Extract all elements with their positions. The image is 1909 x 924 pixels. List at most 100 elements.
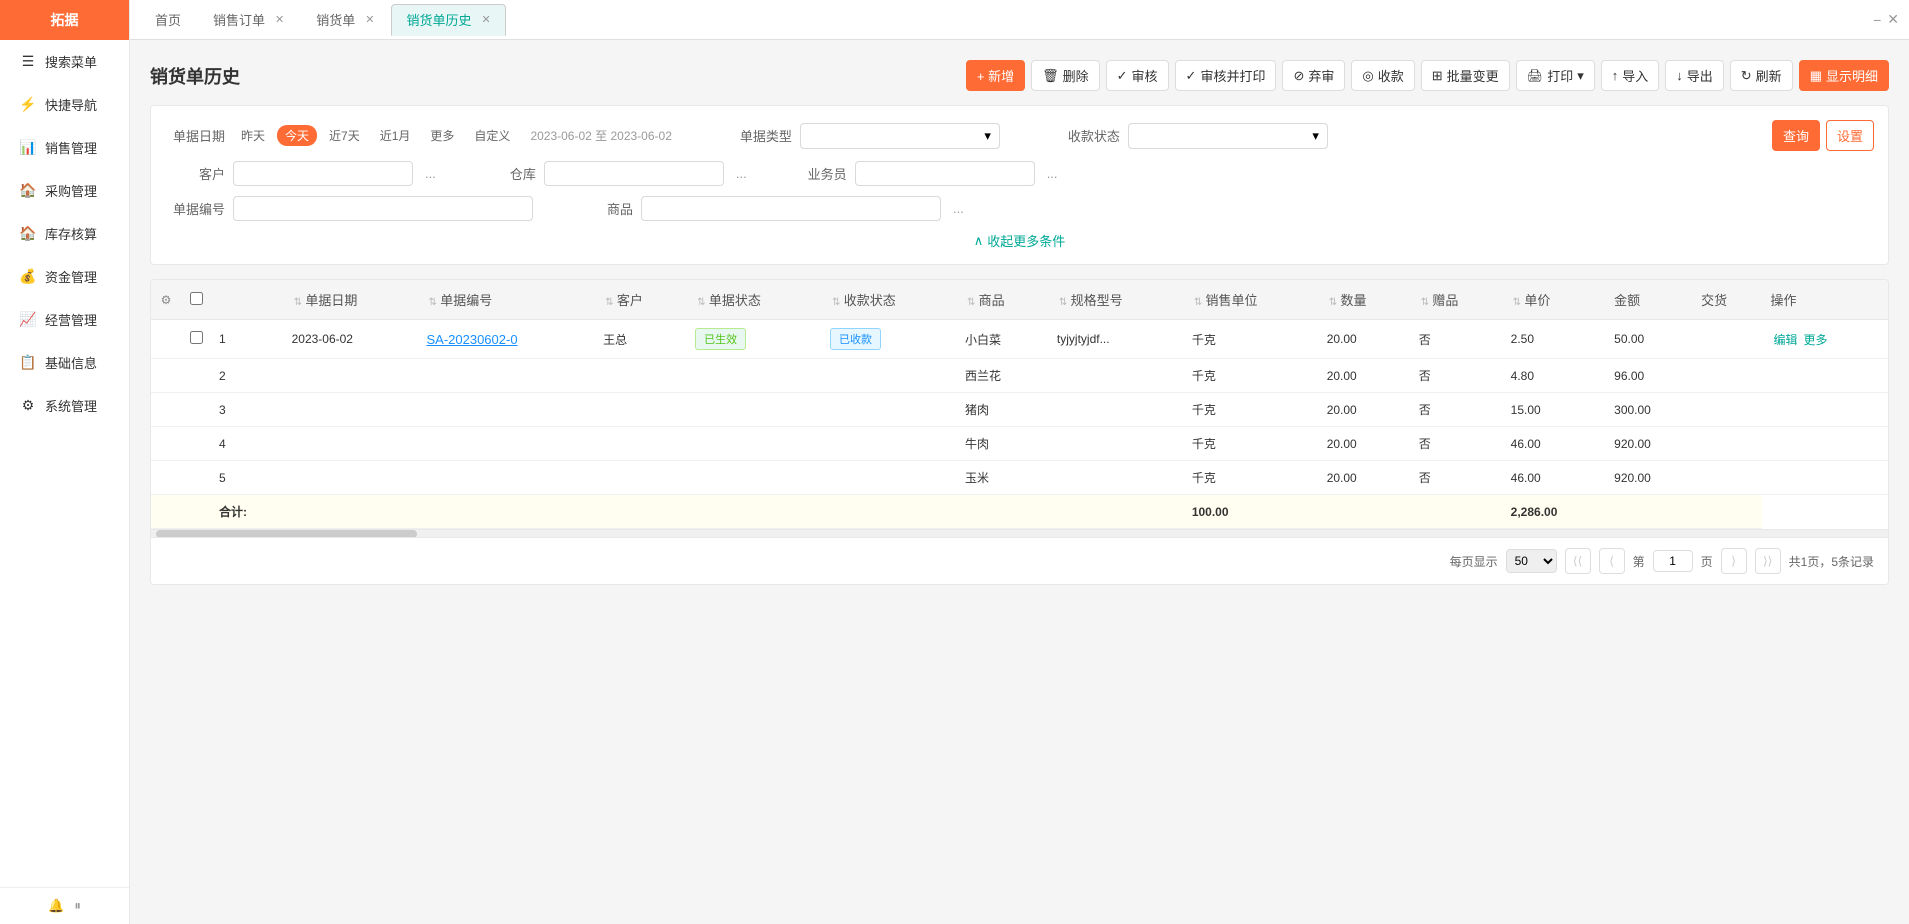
tab-sales-goods-close[interactable]: ✕: [365, 13, 374, 26]
sidebar-item-purchase-mgmt[interactable]: 🏠 采购管理: [0, 169, 129, 212]
warehouse-input[interactable]: [544, 161, 724, 186]
query-button[interactable]: 查询: [1772, 120, 1820, 151]
page-title: 销货单历史: [150, 63, 240, 89]
sidebar-item-label: 系统管理: [45, 396, 97, 415]
sidebar-item-inventory[interactable]: 🏠 库存核算: [0, 212, 129, 255]
staff-ellipsis[interactable]: ...: [1047, 166, 1058, 181]
collect-button[interactable]: ◎ 收款: [1351, 60, 1414, 91]
abandon-button[interactable]: ⊘ 弃审: [1282, 60, 1345, 91]
collect-status-select[interactable]: ▾: [1128, 123, 1328, 149]
tab-bar-close-icon[interactable]: ✕: [1887, 11, 1899, 28]
show-detail-button[interactable]: ▦ 显示明细: [1799, 60, 1889, 91]
tab-sales-history[interactable]: 销货单历史 ✕: [391, 4, 505, 36]
print-button[interactable]: 🖨 打印 ▾: [1516, 60, 1595, 91]
row-checkbox[interactable]: [181, 461, 211, 495]
export-button[interactable]: ↓ 导出: [1665, 60, 1724, 91]
delete-button[interactable]: 🗑 删除: [1031, 60, 1100, 91]
date-tag-1month[interactable]: 近1月: [372, 125, 419, 146]
per-page-select[interactable]: 50 10 20 100: [1506, 549, 1557, 573]
collapse-button[interactable]: ∧ 收起更多条件: [165, 231, 1874, 250]
col-customer[interactable]: ⇅ 客户: [595, 280, 687, 320]
tab-sales-history-close[interactable]: ✕: [482, 13, 491, 26]
row-checkbox[interactable]: [181, 393, 211, 427]
row-settings: [151, 461, 181, 495]
batch-change-button[interactable]: ⊞ 批量变更: [1421, 60, 1510, 91]
row-action: [1762, 427, 1888, 461]
sidebar-item-quick-nav[interactable]: ⚡ 快捷导航: [0, 83, 129, 126]
tab-sales-history-label: 销货单历史: [406, 10, 471, 29]
row-doc-no: [418, 393, 595, 427]
page-unit: 页: [1701, 553, 1713, 570]
table-settings-col[interactable]: ⚙: [151, 280, 181, 320]
next-page-btn[interactable]: ⟩: [1721, 548, 1747, 574]
sidebar-item-ops-mgmt[interactable]: 📈 经营管理: [0, 298, 129, 341]
audit-icon: ✓: [1117, 68, 1128, 84]
filter-row-2: 客户 ... 仓库 ... 业务员 ...: [165, 161, 1874, 186]
doc-no-input[interactable]: [233, 196, 533, 221]
customer-ellipsis[interactable]: ...: [425, 166, 436, 181]
sidebar-item-sys-mgmt[interactable]: ⚙ 系统管理: [0, 384, 129, 427]
import-button[interactable]: ↑ 导入: [1601, 60, 1660, 91]
date-tag-more[interactable]: 更多: [422, 125, 462, 146]
sidebar-item-sales-mgmt[interactable]: 📊 销售管理: [0, 126, 129, 169]
sidebar-item-basic-info[interactable]: 📋 基础信息: [0, 341, 129, 384]
audit-button[interactable]: ✓ 审核: [1106, 60, 1169, 91]
col-spec[interactable]: ⇅ 规格型号: [1049, 280, 1184, 320]
print-dropdown-icon: ▾: [1577, 68, 1584, 84]
date-tag-yesterday[interactable]: 昨天: [233, 125, 273, 146]
new-label: + 新增: [977, 66, 1014, 85]
sidebar-bottom-icon1[interactable]: 🔔: [48, 898, 64, 914]
col-gift[interactable]: ⇅ 赠品: [1411, 280, 1503, 320]
first-page-btn[interactable]: ⟨⟨: [1565, 548, 1591, 574]
col-goods[interactable]: ⇅ 商品: [957, 280, 1049, 320]
sidebar-item-label: 搜索菜单: [45, 52, 97, 71]
date-tag-today[interactable]: 今天: [277, 125, 317, 146]
sidebar-bottom-icon2[interactable]: ⏸: [74, 898, 81, 914]
audit-label: 审核: [1132, 66, 1158, 85]
goods-input[interactable]: [641, 196, 941, 221]
new-button[interactable]: + 新增: [966, 60, 1025, 91]
row-checkbox[interactable]: [181, 427, 211, 461]
audit-print-button[interactable]: ✓ 审核并打印: [1175, 60, 1277, 91]
sidebar-item-finance-mgmt[interactable]: 💰 资金管理: [0, 255, 129, 298]
sort-icon: ⇅: [832, 297, 840, 308]
col-qty[interactable]: ⇅ 数量: [1319, 280, 1411, 320]
sort-icon: ⇅: [428, 297, 436, 308]
tab-sales-goods[interactable]: 销货单 ✕: [301, 4, 389, 36]
warehouse-ellipsis[interactable]: ...: [736, 166, 747, 181]
col-collect-status[interactable]: ⇅ 收款状态: [822, 280, 957, 320]
collect-label: 收款: [1378, 66, 1404, 85]
select-all-checkbox[interactable]: [190, 292, 203, 305]
more-button[interactable]: 更多: [1803, 333, 1827, 347]
tab-bar-min-icon[interactable]: −: [1873, 12, 1881, 28]
col-price[interactable]: ⇅ 单价: [1503, 280, 1606, 320]
sort-icon: ⇅: [294, 297, 302, 308]
last-page-btn[interactable]: ⟩⟩: [1755, 548, 1781, 574]
refresh-button[interactable]: ↻ 刷新: [1730, 60, 1793, 91]
row-checkbox[interactable]: [181, 359, 211, 393]
row-seq: 5: [211, 461, 284, 495]
scroll-bar: [151, 529, 1888, 537]
date-tag-custom[interactable]: 自定义: [466, 125, 518, 146]
col-doc-date[interactable]: ⇅ 单据日期: [284, 280, 419, 320]
tab-home[interactable]: 首页: [140, 4, 196, 36]
col-doc-status[interactable]: ⇅ 单据状态: [687, 280, 822, 320]
prev-page-btn[interactable]: ⟨: [1599, 548, 1625, 574]
row-customer: [595, 427, 687, 461]
sidebar-item-label: 销售管理: [45, 138, 97, 157]
col-unit[interactable]: ⇅ 销售单位: [1184, 280, 1319, 320]
customer-input[interactable]: [233, 161, 413, 186]
tab-sales-order[interactable]: 销售订单 ✕: [198, 4, 299, 36]
edit-button[interactable]: 编辑: [1773, 333, 1797, 347]
doc-type-select[interactable]: ▾: [800, 123, 1000, 149]
row-gift: 否: [1411, 461, 1503, 495]
sidebar-item-search-menu[interactable]: ☰ 搜索菜单: [0, 40, 129, 83]
page-input[interactable]: [1653, 550, 1693, 572]
settings-button[interactable]: 设置: [1826, 120, 1874, 151]
col-doc-no[interactable]: ⇅ 单据编号: [418, 280, 595, 320]
row-checkbox[interactable]: [181, 320, 211, 359]
tab-sales-order-close[interactable]: ✕: [275, 13, 284, 26]
staff-input[interactable]: [855, 161, 1035, 186]
date-tag-7days[interactable]: 近7天: [321, 125, 368, 146]
goods-ellipsis[interactable]: ...: [953, 201, 964, 216]
